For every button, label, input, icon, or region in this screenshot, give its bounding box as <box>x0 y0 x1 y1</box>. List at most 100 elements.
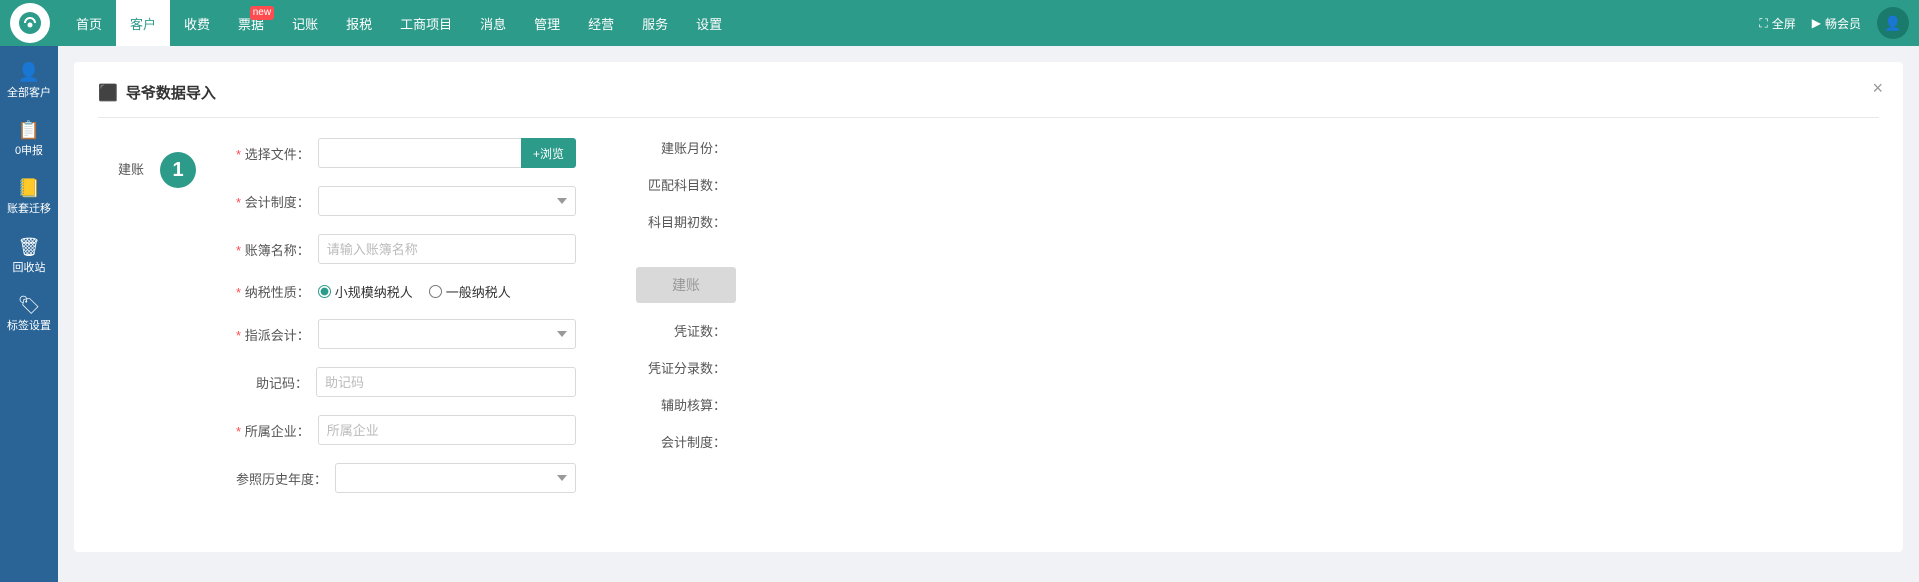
required-star-3: * <box>236 243 241 258</box>
required-star-6: * <box>236 424 241 439</box>
memo-label: 助记码： <box>236 373 308 392</box>
info-row-voucher-records: 凭证分录数： <box>636 358 856 377</box>
ledger-input[interactable] <box>318 234 576 264</box>
sidebar: 👤 全部客户 📋 0申报 📒 账套迁移 🗑 回收站 🏷 标签设置 <box>0 46 58 582</box>
radio-small-input[interactable] <box>318 285 331 298</box>
file-input-group: +浏览 <box>318 138 576 168</box>
info-row-period: 科目期初数： <box>636 212 856 231</box>
history-label: 参照历史年度： <box>236 469 327 488</box>
form-col-left: * 选择文件： +浏览 * 会计制度： <box>236 138 576 493</box>
info-row-month: 建账月份： <box>636 138 856 157</box>
sidebar-item-trash[interactable]: 🗑 回收站 <box>2 229 56 283</box>
sidebar-item-tags[interactable]: 🏷 标签设置 <box>2 287 56 341</box>
form-area: * 选择文件： +浏览 * 会计制度： <box>236 138 1859 493</box>
info-match-label: 匹配科目数： <box>636 175 726 194</box>
file-input[interactable] <box>318 138 521 168</box>
info-aux-label: 辅助核算： <box>636 395 726 414</box>
radio-general-label: 一般纳税人 <box>446 282 511 301</box>
nav-item-settings[interactable]: 设置 <box>682 0 736 46</box>
step-badge: 1 <box>160 152 196 188</box>
sidebar-item-migration[interactable]: 📒 账套迁移 <box>2 170 56 224</box>
nav-item-business[interactable]: 工商项目 <box>386 0 466 46</box>
tax-radio-group: 小规模纳税人 一般纳税人 <box>318 282 511 301</box>
modal-title: 导爷数据导入 <box>126 82 216 103</box>
required-star-5: * <box>236 328 241 343</box>
step-number: 1 <box>172 159 183 182</box>
nav-right: ⛶ 全屏 ▶ 畅会员 👤 <box>1759 7 1909 39</box>
nav-item-operation[interactable]: 经营 <box>574 0 628 46</box>
form-row-tax: * 纳税性质： 小规模纳税人 一般纳税人 <box>236 282 576 301</box>
member-icon: ▶ <box>1812 16 1821 30</box>
migration-icon: 📒 <box>18 178 40 199</box>
info-row-accounting-system: 会计制度： <box>636 432 856 451</box>
declaration-icon: 📋 <box>18 120 40 141</box>
logo[interactable] <box>10 3 50 43</box>
nav-item-customers[interactable]: 客户 <box>116 0 170 46</box>
nav-item-manage[interactable]: 管理 <box>520 0 574 46</box>
form-row-memo: 助记码： <box>236 367 576 397</box>
all-customers-icon: 👤 <box>18 62 40 83</box>
accounting-label: * 会计制度： <box>236 192 310 211</box>
import-icon: ⬛ <box>98 83 118 103</box>
nav-item-message[interactable]: 消息 <box>466 0 520 46</box>
form-row-file: * 选择文件： +浏览 <box>236 138 576 168</box>
info-row-match: 匹配科目数： <box>636 175 856 194</box>
wizard-area: 建账 1 * 选择文件： <box>98 138 1879 493</box>
accountant-label: * 指派会计： <box>236 325 310 344</box>
info-row-voucher: 凭证数： <box>636 321 856 340</box>
form-row-accountant: * 指派会计： <box>236 319 576 349</box>
nav-item-fees[interactable]: 收费 <box>170 0 224 46</box>
ledger-label: * 账簿名称： <box>236 240 310 259</box>
nav-item-invoices[interactable]: 票据new <box>224 0 278 46</box>
fullscreen-icon: ⛶ <box>1759 16 1767 31</box>
info-voucher-label: 凭证数： <box>636 321 726 340</box>
top-nav: 首页 客户 收费 票据new 记账 报税 工商项目 消息 管理 经营 服务 设置… <box>0 0 1919 46</box>
radio-small-label: 小规模纳税人 <box>335 282 413 301</box>
member-btn[interactable]: ▶ 畅会员 <box>1812 15 1861 32</box>
nav-item-tax[interactable]: 报税 <box>332 0 386 46</box>
info-row-aux: 辅助核算： <box>636 395 856 414</box>
avatar[interactable]: 👤 <box>1877 7 1909 39</box>
required-star: * <box>236 147 241 162</box>
new-badge: new <box>250 6 274 20</box>
sidebar-item-label-declaration: 0申报 <box>15 145 43 158</box>
info-month-label: 建账月份： <box>636 138 726 157</box>
info-col: 建账月份： 匹配科目数： 科目期初数： 建账 <box>636 138 856 451</box>
info-accounting-label: 会计制度： <box>636 432 726 451</box>
nav-item-bookkeeping[interactable]: 记账 <box>278 0 332 46</box>
trash-icon: 🗑 <box>18 237 41 258</box>
form-row-ledger: * 账簿名称： <box>236 234 576 264</box>
form-row-company: * 所属企业： <box>236 415 576 445</box>
close-button[interactable]: × <box>1872 78 1883 99</box>
accounting-select[interactable] <box>318 186 576 216</box>
sidebar-item-all-customers[interactable]: 👤 全部客户 <box>2 54 56 108</box>
memo-input[interactable] <box>316 367 576 397</box>
fullscreen-btn[interactable]: ⛶ 全屏 <box>1759 15 1795 32</box>
radio-general[interactable]: 一般纳税人 <box>429 282 511 301</box>
step-label: 建账 <box>118 159 144 178</box>
form-row-accounting: * 会计制度： <box>236 186 576 216</box>
build-account-button[interactable]: 建账 <box>636 267 736 303</box>
fullscreen-label: 全屏 <box>1772 15 1796 32</box>
modal-card: ⬛ 导爷数据导入 × 建账 1 * 选择文件： <box>74 62 1903 552</box>
browse-button[interactable]: +浏览 <box>521 138 576 168</box>
required-star-4: * <box>236 285 241 300</box>
step-indicator: 建账 1 <box>118 148 196 188</box>
company-label: * 所属企业： <box>236 421 310 440</box>
sidebar-item-label-customers: 全部客户 <box>7 87 51 100</box>
sidebar-item-label-migration: 账套迁移 <box>7 203 51 216</box>
sidebar-item-label-tags: 标签设置 <box>7 320 51 333</box>
info-voucher-records-label: 凭证分录数： <box>636 358 726 377</box>
nav-item-home[interactable]: 首页 <box>62 0 116 46</box>
history-select[interactable] <box>335 463 576 493</box>
sidebar-item-label-trash: 回收站 <box>13 262 46 275</box>
radio-general-input[interactable] <box>429 285 442 298</box>
sidebar-item-declaration[interactable]: 📋 0申报 <box>2 112 56 166</box>
company-input[interactable] <box>318 415 576 445</box>
required-star-2: * <box>236 195 241 210</box>
radio-small-scale[interactable]: 小规模纳税人 <box>318 282 413 301</box>
accountant-select[interactable] <box>318 319 576 349</box>
nav-item-service[interactable]: 服务 <box>628 0 682 46</box>
file-label: * 选择文件： <box>236 144 310 163</box>
main-content: ⬛ 导爷数据导入 × 建账 1 * 选择文件： <box>58 46 1919 582</box>
